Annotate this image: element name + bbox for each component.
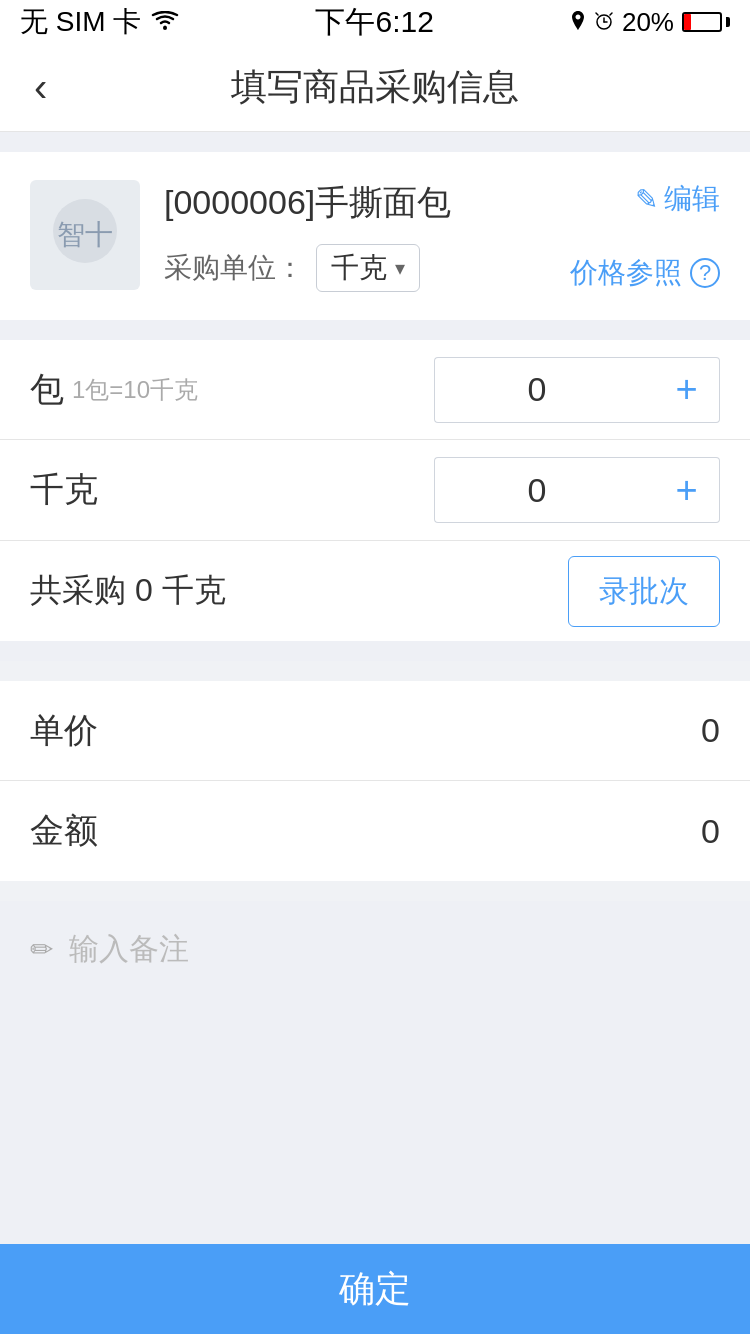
status-bar: 无 SIM 卡 下午6:12 20% [0,0,750,44]
note-placeholder: 输入备注 [69,929,189,970]
bag-sublabel: 1包=10千克 [72,374,198,406]
status-time: 下午6:12 [315,2,433,43]
edit-label: 编辑 [664,180,720,218]
wifi-icon [151,6,179,38]
bag-input-row: 包 1包=10千克 + [0,340,750,440]
battery-icon [682,12,730,32]
section-divider-top [0,132,750,152]
svg-line-5 [610,13,612,15]
battery-percent: 20% [622,7,674,38]
amount-value: 0 [701,812,720,851]
price-section: 单价 0 金额 0 [0,681,750,881]
help-icon: ? [690,258,720,288]
kg-label: 千克 [30,467,98,513]
price-ref-label: 价格参照 [570,254,682,292]
kg-add-button[interactable]: + [654,457,720,523]
product-thumbnail: 智十 [30,180,140,290]
alarm-icon [594,7,614,38]
location-icon [570,7,586,38]
sim-label: 无 SIM 卡 [20,3,141,41]
status-left: 无 SIM 卡 [20,3,179,41]
nav-bar: ‹ 填写商品采购信息 [0,44,750,132]
unit-value: 千克 [331,249,387,287]
unit-price-label: 单价 [30,708,701,754]
summary-row: 共采购 0 千克 录批次 [0,541,750,641]
amount-label: 金额 [30,808,701,854]
input-section: 包 1包=10千克 + 千克 + [0,340,750,540]
unit-label: 采购单位： [164,249,304,287]
summary-text: 共采购 0 千克 [30,569,568,613]
summary-section: 共采购 0 千克 录批次 [0,540,750,641]
section-divider-price [0,641,750,661]
chevron-down-icon: ▾ [395,256,405,280]
back-button[interactable]: ‹ [24,55,57,120]
kg-input-row: 千克 + [0,440,750,540]
bag-add-button[interactable]: + [654,357,720,423]
unit-price-row: 单价 0 [0,681,750,781]
unit-price-value: 0 [701,711,720,750]
add-icon: + [675,368,697,411]
product-logo: 智十 [50,196,120,275]
kg-quantity-input[interactable] [434,457,654,523]
bag-label: 包 [30,367,64,413]
pencil-icon: ✏ [30,933,53,966]
kg-input-wrapper: + [434,457,720,523]
bag-input-wrapper: + [434,357,720,423]
edit-icon: ✎ [635,183,658,216]
status-right: 20% [570,7,730,38]
bag-quantity-input[interactable] [434,357,654,423]
edit-button[interactable]: ✎ 编辑 [635,180,720,218]
product-section: 智十 [0000006]手撕面包 采购单位： 千克 ▾ ✎ 编辑 价格参照 ? [0,152,750,320]
price-reference-button[interactable]: 价格参照 ? [570,254,720,292]
amount-row: 金额 0 [0,781,750,881]
page-title: 填写商品采购信息 [231,63,519,112]
record-batch-button[interactable]: 录批次 [568,556,720,627]
add-icon-kg: + [675,469,697,512]
section-divider-mid [0,320,750,340]
confirm-button[interactable]: 确定 [0,1244,750,1334]
unit-select[interactable]: 千克 ▾ [316,244,420,292]
note-section[interactable]: ✏ 输入备注 [0,901,750,998]
svg-line-4 [596,13,598,15]
confirm-button-label: 确定 [339,1265,411,1314]
svg-text:智十: 智十 [57,219,113,250]
svg-point-0 [163,26,167,30]
